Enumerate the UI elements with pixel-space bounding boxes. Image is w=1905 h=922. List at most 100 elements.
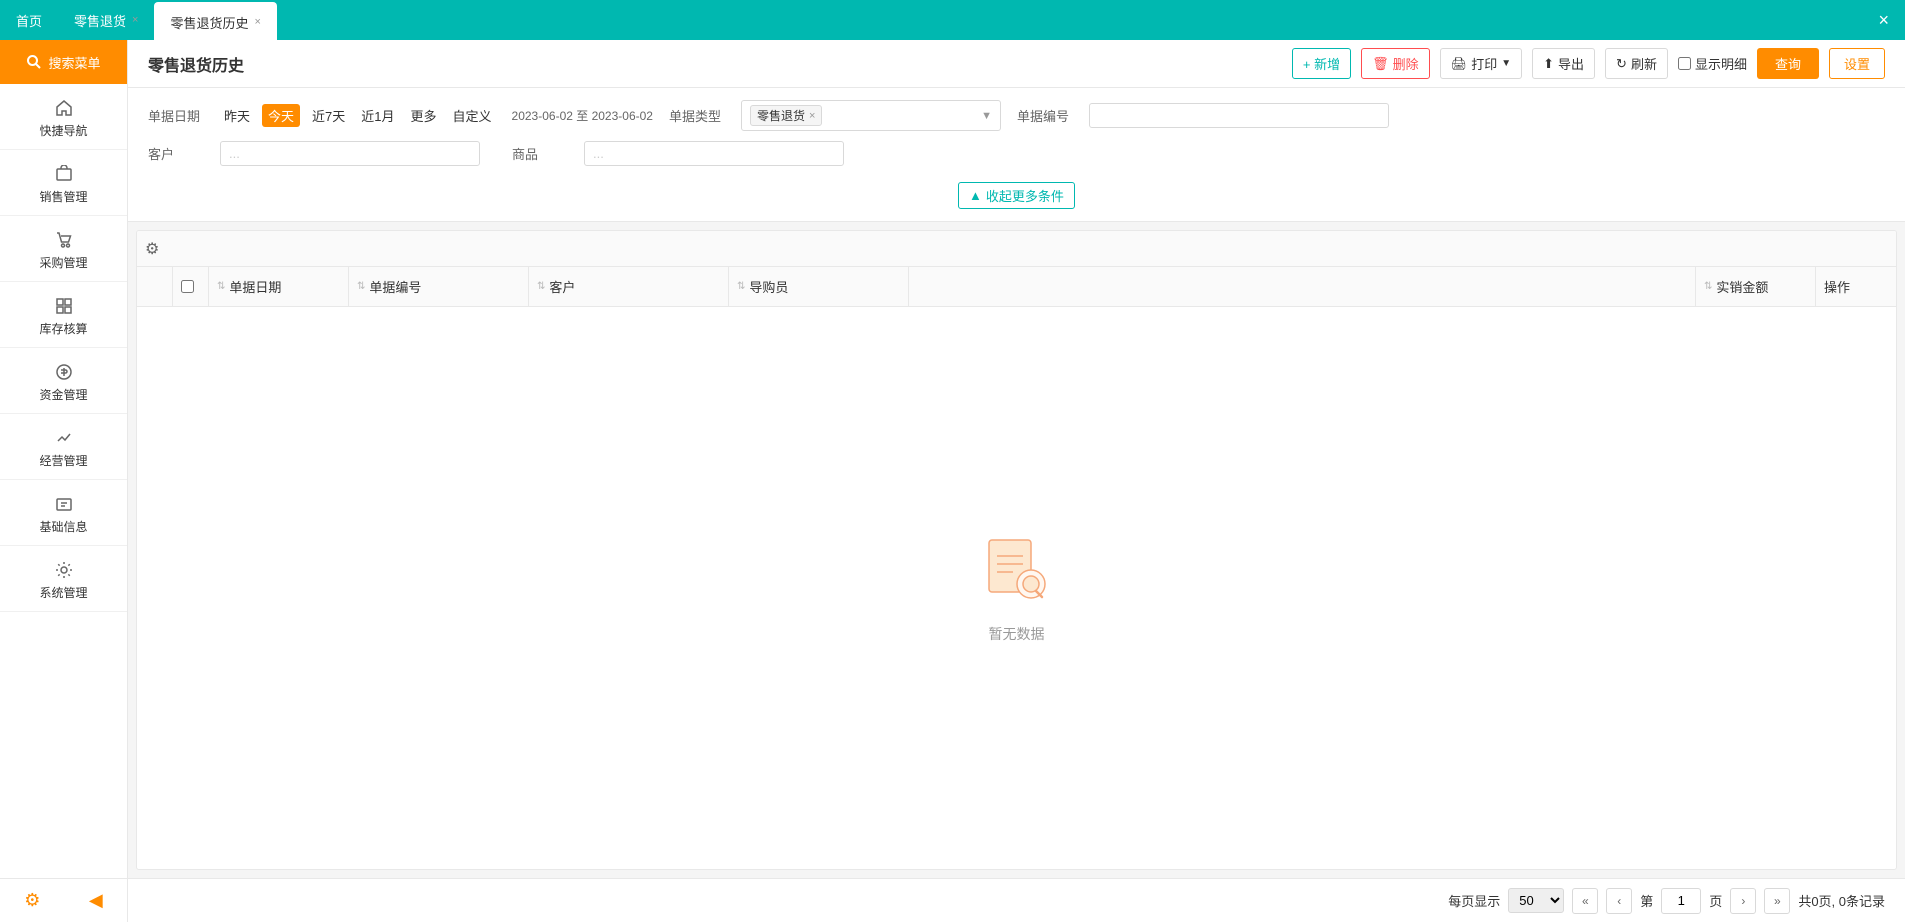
- refresh-button[interactable]: ↻ 刷新: [1605, 48, 1668, 79]
- sort-icon-date: ⇅: [217, 281, 225, 292]
- per-page-select[interactable]: 50 100 200: [1508, 888, 1564, 913]
- prev-page-btn[interactable]: ‹: [1606, 888, 1632, 914]
- th-doc-no[interactable]: ⇅ 单据编号: [349, 267, 529, 306]
- delete-icon: 🗑: [1372, 56, 1389, 72]
- tab-retail-return[interactable]: 零售退货 ×: [58, 0, 154, 40]
- sidebar-item-purchase[interactable]: 采购管理: [0, 216, 127, 282]
- sidebar-search[interactable]: 搜索菜单: [0, 40, 127, 84]
- table-settings-icon[interactable]: ⚙: [145, 239, 159, 259]
- show-detail-label: 显示明细: [1695, 54, 1747, 73]
- doc-type-tag-remove[interactable]: ×: [809, 110, 815, 122]
- empty-state: 暂无数据: [977, 532, 1057, 644]
- date-opt-yesterday[interactable]: 昨天: [220, 104, 254, 127]
- sidebar-item-quick-nav[interactable]: 快捷导航: [0, 84, 127, 150]
- top-bar: 首页 零售退货 × 零售退货历史 × ×: [0, 0, 1905, 40]
- th-customer[interactable]: ⇅ 客户: [529, 267, 729, 306]
- sidebar-item-finance[interactable]: 资金管理: [0, 348, 127, 414]
- show-detail-input[interactable]: [1678, 57, 1691, 70]
- print-button[interactable]: 🖨 打印 ▼: [1440, 48, 1522, 79]
- sidebar-toggle-icon[interactable]: ◀: [89, 890, 103, 911]
- page-input[interactable]: [1661, 888, 1701, 914]
- refresh-icon: ↻: [1616, 56, 1627, 72]
- date-opt-more[interactable]: 更多: [407, 104, 441, 127]
- doc-type-tag-label: 零售退货: [757, 107, 805, 124]
- sidebar-item-base[interactable]: 基础信息: [0, 480, 127, 546]
- sidebar-item-sales-label: 销售管理: [39, 188, 87, 205]
- date-opt-today[interactable]: 今天: [262, 104, 300, 127]
- sidebar-item-operation[interactable]: 经营管理: [0, 414, 127, 480]
- export-icon: ⬆: [1543, 56, 1554, 72]
- query-button[interactable]: 查询: [1757, 48, 1819, 79]
- per-page-label: 每页显示: [1448, 891, 1500, 910]
- th-amount[interactable]: ⇅ 实销金额: [1696, 267, 1816, 306]
- th-date-label: 单据日期: [229, 277, 281, 296]
- empty-text: 暂无数据: [989, 624, 1045, 644]
- table-area: ⚙ ⇅ 单据日期 ⇅ 单据编号 ⇅ 客户: [136, 230, 1897, 870]
- show-detail-checkbox[interactable]: 显示明细: [1678, 54, 1747, 73]
- sidebar-item-system[interactable]: 系统管理: [0, 546, 127, 612]
- filter-row-1: 单据日期 昨天 今天 近7天 近1月 更多 自定义 2023-06-02 至 2…: [148, 100, 1885, 131]
- sidebar-item-inventory-label: 库存核算: [39, 320, 87, 337]
- tab-home[interactable]: 首页: [0, 0, 58, 40]
- content-area: 零售退货历史 + 新增 🗑 删除 🖨 打印 ▼ ⬆ 导出 ↻: [128, 40, 1905, 922]
- tab-retail-return-history[interactable]: 零售退货历史 ×: [154, 2, 276, 42]
- collapse-button[interactable]: ▲ 收起更多条件: [958, 182, 1075, 209]
- new-button[interactable]: + 新增: [1292, 48, 1351, 79]
- pagination: 每页显示 50 100 200 « ‹ 第 页 › » 共0页, 0条记录: [128, 878, 1905, 922]
- main-layout: 搜索菜单 快捷导航 销售管理: [0, 40, 1905, 922]
- sidebar-item-base-label: 基础信息: [39, 518, 87, 535]
- th-date[interactable]: ⇅ 单据日期: [209, 267, 349, 306]
- print-dropdown-icon: ▼: [1501, 58, 1511, 69]
- total-info: 共0页, 0条记录: [1798, 891, 1885, 910]
- customer-label: 客户: [148, 144, 204, 163]
- th-spacer: [909, 267, 1696, 306]
- sidebar-item-operation-label: 经营管理: [39, 452, 87, 469]
- doc-no-label: 单据编号: [1017, 106, 1073, 125]
- th-guide[interactable]: ⇅ 导购员: [729, 267, 909, 306]
- select-all-checkbox[interactable]: [181, 280, 194, 293]
- sidebar-item-inventory[interactable]: 库存核算: [0, 282, 127, 348]
- first-page-btn[interactable]: «: [1572, 888, 1598, 914]
- table-header: ⇅ 单据日期 ⇅ 单据编号 ⇅ 客户 ⇅ 导购员 ⇅ 实销: [137, 267, 1896, 307]
- date-opt-7days[interactable]: 近7天: [308, 104, 349, 127]
- th-checkbox[interactable]: [173, 267, 209, 306]
- sidebar-item-purchase-label: 采购管理: [39, 254, 87, 271]
- sort-icon-guide: ⇅: [737, 281, 745, 292]
- doc-no-input[interactable]: [1089, 103, 1389, 128]
- settings-gear-icon[interactable]: ⚙: [24, 890, 40, 911]
- date-opt-custom[interactable]: 自定义: [449, 104, 496, 127]
- export-button[interactable]: ⬆ 导出: [1532, 48, 1595, 79]
- th-action-label: 操作: [1824, 277, 1850, 296]
- search-icon: [26, 54, 42, 70]
- delete-button[interactable]: 🗑 删除: [1361, 48, 1430, 79]
- base-icon: [54, 494, 74, 514]
- customer-select[interactable]: ...: [220, 141, 480, 166]
- top-bar-close[interactable]: ×: [1878, 10, 1905, 31]
- page-header: 零售退货历史 + 新增 🗑 删除 🖨 打印 ▼ ⬆ 导出 ↻: [128, 40, 1905, 88]
- date-options: 昨天 今天 近7天 近1月 更多 自定义: [220, 104, 496, 127]
- setting-button[interactable]: 设置: [1829, 48, 1885, 79]
- doc-type-tag: 零售退货 ×: [750, 105, 822, 126]
- tab-retail-return-close[interactable]: ×: [132, 14, 138, 26]
- tab-retail-return-history-close[interactable]: ×: [254, 16, 260, 28]
- collapse-up-icon: ▲: [969, 188, 982, 203]
- operation-icon: [54, 428, 74, 448]
- sort-icon-doc-no: ⇅: [357, 281, 365, 292]
- sidebar-item-system-label: 系统管理: [39, 584, 87, 601]
- th-amount-label: 实销金额: [1716, 277, 1768, 296]
- sidebar-item-finance-label: 资金管理: [39, 386, 87, 403]
- doc-type-label: 单据类型: [669, 106, 725, 125]
- next-page-btn[interactable]: ›: [1730, 888, 1756, 914]
- home-icon: [54, 98, 74, 118]
- date-opt-1month[interactable]: 近1月: [357, 104, 398, 127]
- system-icon: [54, 560, 74, 580]
- page-title: 零售退货历史: [148, 52, 244, 76]
- sidebar-item-sales[interactable]: 销售管理: [0, 150, 127, 216]
- doc-type-dropdown-arrow: ▼: [981, 110, 992, 122]
- th-customer-label: 客户: [549, 277, 575, 296]
- goods-label: 商品: [512, 144, 568, 163]
- last-page-btn[interactable]: »: [1764, 888, 1790, 914]
- doc-type-select[interactable]: 零售退货 × ▼: [741, 100, 1001, 131]
- table-toolbar: ⚙: [137, 231, 1896, 267]
- goods-select[interactable]: ...: [584, 141, 844, 166]
